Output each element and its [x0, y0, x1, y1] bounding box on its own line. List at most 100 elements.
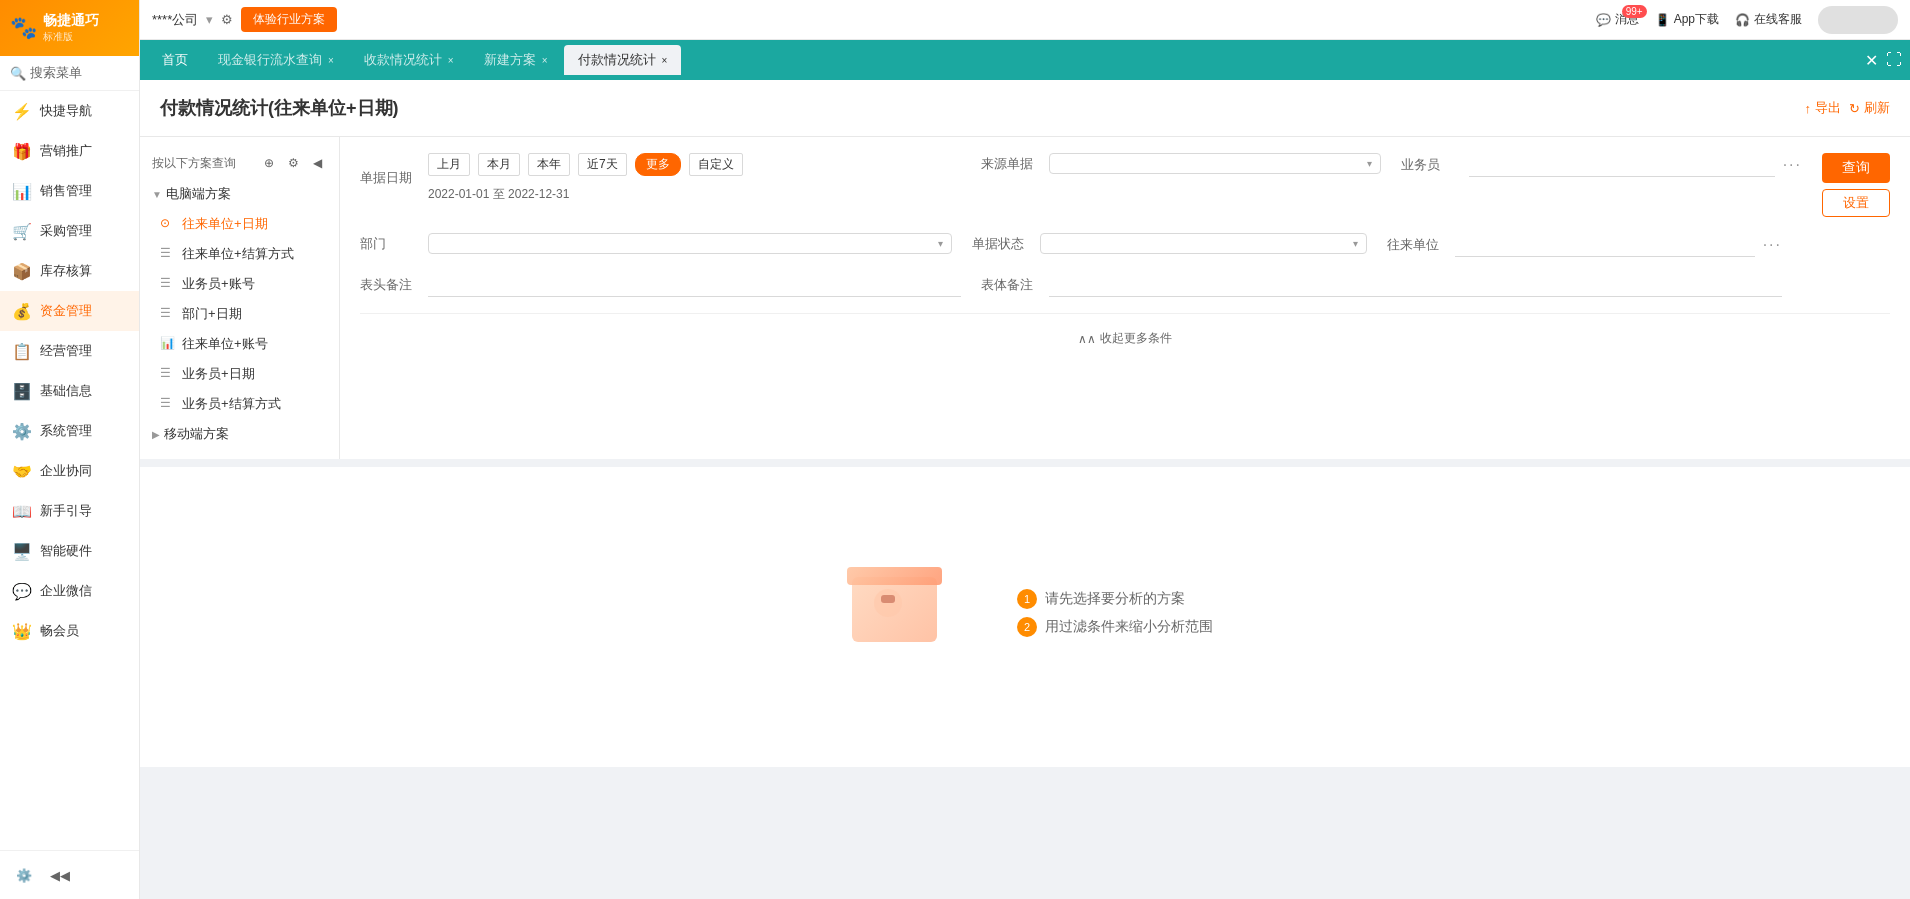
- desktop-group-arrow: ▼: [152, 189, 162, 200]
- empty-tips: 1 请先选择要分析的方案 2 用过滤条件来缩小分析范围: [1017, 589, 1213, 645]
- sidebar-item-inventory[interactable]: 📦库存核算: [0, 251, 139, 291]
- manage-scheme-btn[interactable]: ⚙: [283, 153, 303, 173]
- bill-status-select[interactable]: ▾: [1040, 233, 1367, 254]
- scheme-item-staff-account[interactable]: ☰ 业务员+账号: [148, 269, 339, 299]
- sidebar-item-purchase[interactable]: 🛒采购管理: [0, 211, 139, 251]
- date-field: 单据日期 上月 本月 本年 近7天 更多 自定义 2022-01-01 至 20…: [360, 153, 961, 203]
- staff-input[interactable]: [1469, 153, 1774, 177]
- this-month-btn[interactable]: 本月: [478, 153, 520, 176]
- tab-receipts-stat[interactable]: 收款情况统计 ×: [350, 45, 468, 75]
- tab-new-scheme[interactable]: 新建方案 ×: [470, 45, 562, 75]
- header-note-label: 表头备注: [360, 276, 420, 294]
- filter-area: 单据日期 上月 本月 本年 近7天 更多 自定义 2022-01-01 至 20…: [340, 137, 1910, 459]
- add-scheme-btn[interactable]: ⊕: [259, 153, 279, 173]
- sidebar-search[interactable]: 🔍 搜索菜单: [0, 56, 139, 91]
- settings-button[interactable]: 设置: [1822, 189, 1890, 217]
- nav-icon-hardware: 🖥️: [12, 541, 32, 561]
- settings-footer-btn[interactable]: ⚙️: [10, 861, 38, 889]
- sidebar-item-wechat[interactable]: 💬企业微信: [0, 571, 139, 611]
- custom-btn[interactable]: 自定义: [689, 153, 743, 176]
- trial-button[interactable]: 体验行业方案: [241, 7, 337, 32]
- tab-new-scheme-close[interactable]: ×: [542, 55, 548, 66]
- page-title: 付款情况统计(往来单位+日期): [160, 96, 399, 120]
- last-month-btn[interactable]: 上月: [428, 153, 470, 176]
- scheme-item-unit-date[interactable]: ⊙ 往来单位+日期: [148, 209, 339, 239]
- body-note-input[interactable]: [1049, 273, 1782, 297]
- desktop-group-header[interactable]: ▼ 电脑端方案: [140, 179, 339, 209]
- dept-label: 部门: [360, 235, 420, 253]
- scheme-item-staff-settle[interactable]: ☰ 业务员+结算方式: [148, 389, 339, 419]
- tip1-num: 1: [1017, 589, 1037, 609]
- close-all-tabs-btn[interactable]: ✕: [1865, 51, 1878, 70]
- collapse-sidebar-btn[interactable]: ◀◀: [46, 861, 74, 889]
- collapse-scheme-btn[interactable]: ◀: [307, 153, 327, 173]
- sidebar-item-hardware[interactable]: 🖥️智能硬件: [0, 531, 139, 571]
- refresh-button[interactable]: ↻ 刷新: [1849, 99, 1890, 117]
- tab-bank-flow-close[interactable]: ×: [328, 55, 334, 66]
- export-button[interactable]: ↑ 导出: [1805, 99, 1842, 117]
- last-7days-btn[interactable]: 近7天: [578, 153, 627, 176]
- message-icon: 💬: [1596, 13, 1611, 27]
- this-year-btn[interactable]: 本年: [528, 153, 570, 176]
- sidebar-item-marketing[interactable]: 🎁营销推广: [0, 131, 139, 171]
- query-button[interactable]: 查询: [1822, 153, 1890, 183]
- topbar-gear-icon[interactable]: ⚙: [221, 12, 233, 27]
- partner-dots[interactable]: ···: [1763, 236, 1782, 254]
- header-note-input[interactable]: [428, 273, 961, 297]
- empty-illustration: [837, 547, 957, 667]
- topbar: ****公司 ▾ ⚙ 体验行业方案 💬 消息 99+ 📱 App下载 🎧 在线客…: [140, 0, 1910, 40]
- scheme-unit-date-icon: ⊙: [160, 216, 176, 232]
- sidebar-item-quick-nav[interactable]: ⚡快捷导航: [0, 91, 139, 131]
- body-note-label: 表体备注: [981, 276, 1041, 294]
- dept-select[interactable]: ▾: [428, 233, 952, 254]
- source-select[interactable]: ▾: [1049, 153, 1382, 174]
- online-service-group[interactable]: 🎧 在线客服: [1735, 11, 1802, 28]
- sidebar-item-capital[interactable]: 💰资金管理: [0, 291, 139, 331]
- scheme-item-unit-settle[interactable]: ☰ 往来单位+结算方式: [148, 239, 339, 269]
- sidebar-item-enterprise[interactable]: 🤝 企业协同: [0, 451, 139, 491]
- logo-icon: 🐾: [10, 15, 37, 41]
- body-note-field: 表体备注: [981, 273, 1782, 297]
- scheme-item-staff-date[interactable]: ☰ 业务员+日期: [148, 359, 339, 389]
- app-download-group[interactable]: 📱 App下载: [1655, 11, 1719, 28]
- tab-receipts-stat-close[interactable]: ×: [448, 55, 454, 66]
- nav-label-enterprise: 企业协同: [40, 462, 92, 480]
- mobile-scheme-group: ▶ 移动端方案: [140, 419, 339, 449]
- user-avatar[interactable]: [1818, 6, 1898, 34]
- messages-group[interactable]: 💬 消息 99+: [1596, 11, 1639, 28]
- scheme-item-dept-date[interactable]: ☰ 部门+日期: [148, 299, 339, 329]
- sidebar-item-basic-info[interactable]: 🗄️基础信息: [0, 371, 139, 411]
- nav-icon-guide: 📖: [12, 501, 32, 521]
- scheme-item-unit-account[interactable]: 📊 往来单位+账号: [148, 329, 339, 359]
- refresh-label: 刷新: [1864, 99, 1890, 117]
- scheme-dept-date-label: 部门+日期: [182, 305, 242, 323]
- staff-dots[interactable]: ···: [1783, 156, 1802, 174]
- tab-payment-stat-close[interactable]: ×: [662, 55, 668, 66]
- source-label: 来源单据: [981, 155, 1041, 173]
- sidebar-item-member[interactable]: 👑畅会员: [0, 611, 139, 651]
- maximize-btn[interactable]: ⛶: [1886, 51, 1902, 70]
- mobile-group-header[interactable]: ▶ 移动端方案: [140, 419, 339, 449]
- sidebar-item-system[interactable]: ⚙️系统管理: [0, 411, 139, 451]
- tip2-num: 2: [1017, 617, 1037, 637]
- scheme-unit-settle-label: 往来单位+结算方式: [182, 245, 294, 263]
- tab-bank-flow[interactable]: 现金银行流水查询 ×: [204, 45, 348, 75]
- sidebar-item-guide[interactable]: 📖新手引导: [0, 491, 139, 531]
- logo-text: 畅捷通巧: [43, 12, 99, 30]
- search-icon: 🔍: [10, 66, 26, 81]
- sidebar-item-operation[interactable]: 📋经营管理: [0, 331, 139, 371]
- nav-icon-enterprise: 🤝: [12, 461, 32, 481]
- dept-select-arrow: ▾: [938, 238, 943, 249]
- page-actions: ↑ 导出 ↻ 刷新: [1805, 99, 1891, 117]
- bill-status-field: 单据状态 ▾: [972, 233, 1367, 254]
- tab-payment-stat[interactable]: 付款情况统计 ×: [564, 45, 682, 75]
- more-btn[interactable]: 更多: [635, 153, 681, 176]
- export-label: 导出: [1815, 99, 1841, 117]
- sidebar-item-sales[interactable]: 📊销售管理: [0, 171, 139, 211]
- scheme-panel-header: 按以下方案查询 ⊕ ⚙ ◀: [140, 147, 339, 179]
- topbar-dropdown-arrow[interactable]: ▾: [206, 12, 213, 27]
- tab-home[interactable]: 首页: [148, 45, 202, 75]
- collapse-button[interactable]: ∧∧ 收起更多条件: [1070, 322, 1180, 355]
- source-field: 来源单据 ▾: [981, 153, 1382, 174]
- partner-input[interactable]: [1455, 233, 1755, 257]
